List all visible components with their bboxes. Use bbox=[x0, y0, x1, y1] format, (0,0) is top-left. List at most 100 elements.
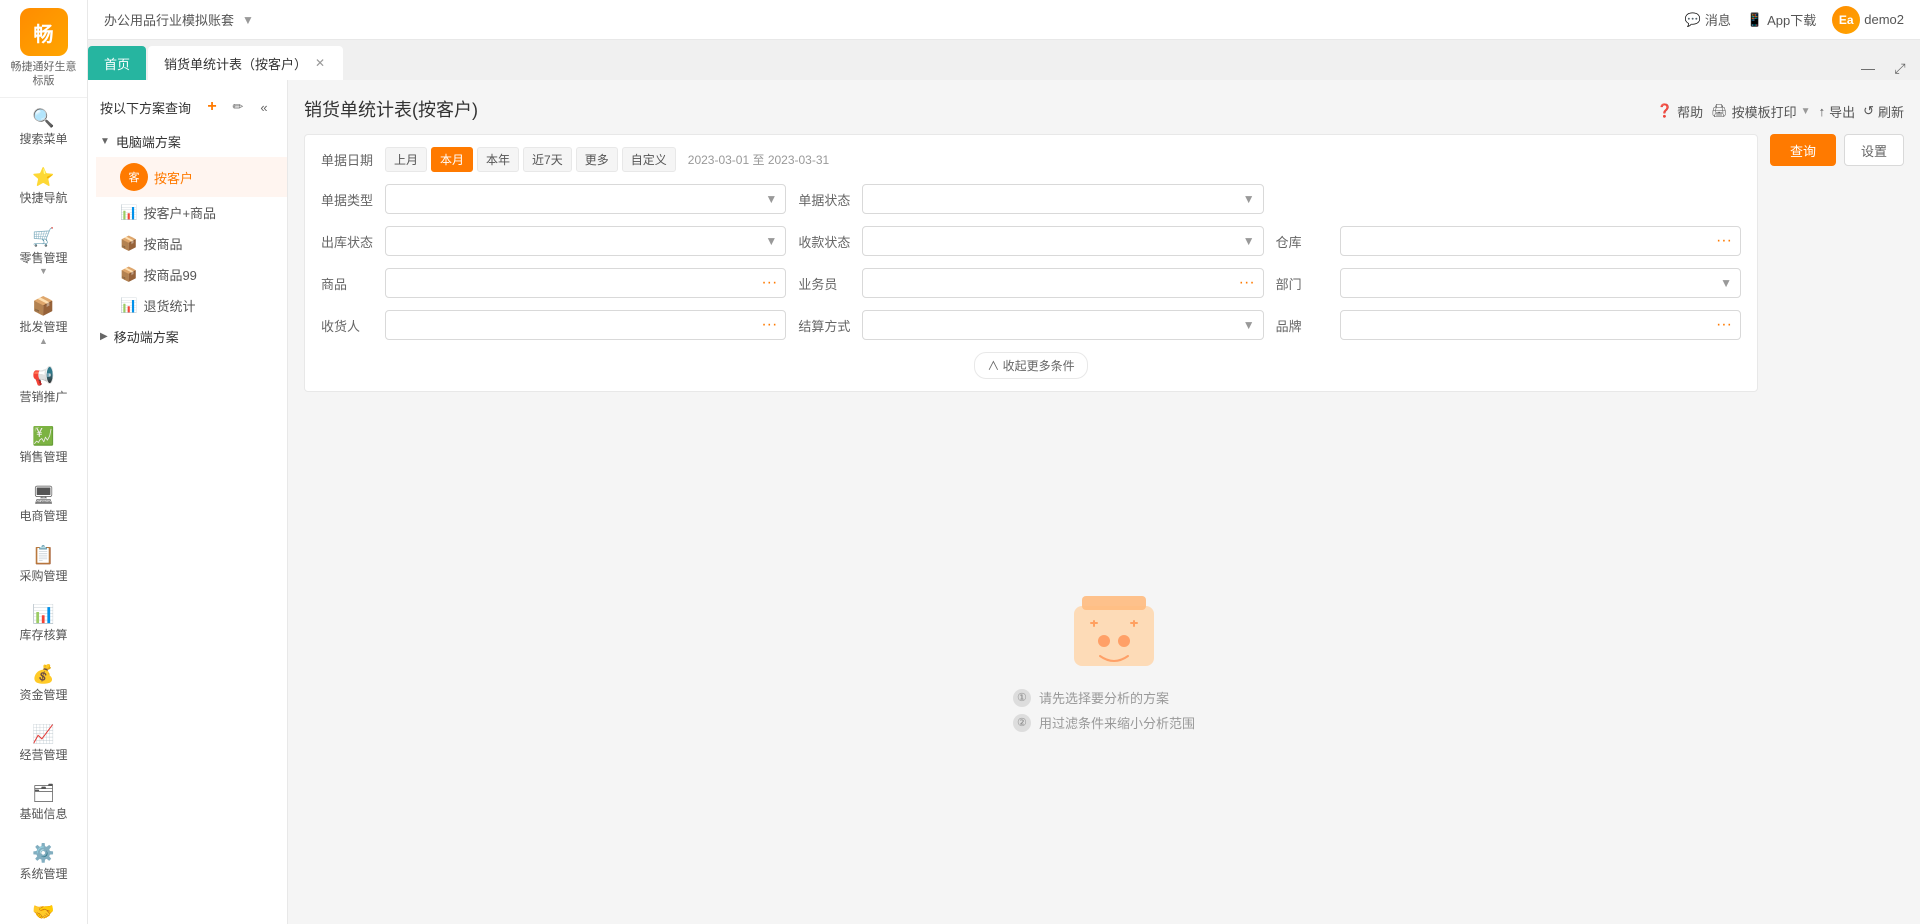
tree-child-by-product-label: 按商品 bbox=[143, 234, 182, 253]
sidebar-item-sales[interactable]: 💹 销售管理 bbox=[0, 416, 87, 476]
collapse-bar: ∧ 收起更多条件 bbox=[321, 352, 1741, 379]
refresh-button[interactable]: ↺ 刷新 bbox=[1863, 102, 1904, 121]
sidebar-item-sales-label: 销售管理 bbox=[19, 450, 67, 466]
app-download-button[interactable]: 📱 App下载 bbox=[1747, 10, 1816, 29]
hint-1-text: 请先选择要分析的方案 bbox=[1039, 688, 1169, 707]
user-menu[interactable]: Ea demo2 bbox=[1832, 6, 1904, 34]
tree-children-pc: 客 按客户 📊 按客户+商品 📦 按商品 📦 按商品99 bbox=[88, 157, 287, 321]
salesman-select[interactable]: ··· bbox=[862, 268, 1263, 298]
doc-status-label: 单据状态 bbox=[798, 190, 854, 209]
export-button[interactable]: ↑ 导出 bbox=[1819, 102, 1856, 121]
date-pill-this-year[interactable]: 本年 bbox=[477, 147, 519, 172]
retail-icon: 🛒 bbox=[32, 227, 54, 248]
by-customer-icon: 客 bbox=[129, 169, 140, 185]
doc-type-select[interactable]: ▼ bbox=[385, 184, 786, 214]
tree-child-by-product[interactable]: 📦 按商品 bbox=[96, 228, 287, 259]
help-icon: ❓ bbox=[1657, 103, 1673, 119]
query-button[interactable]: 查询 bbox=[1770, 134, 1836, 166]
recv-status-chevron: ▼ bbox=[1243, 234, 1255, 248]
date-pill-more[interactable]: 更多 bbox=[576, 147, 618, 172]
sidebar-item-inventory[interactable]: 📊 库存核算 bbox=[0, 594, 87, 654]
content: 按以下方案查询 + ✏ « ▼ 电脑端方案 客 bbox=[88, 80, 1920, 924]
base-icon: 🗂 bbox=[32, 783, 55, 804]
sidebar-item-wholesale-label: 批发管理 bbox=[19, 320, 67, 336]
page-header: 销货单统计表(按客户) ❓ 帮助 🖨 按模板打印 ▼ ↑ 导出 bbox=[304, 96, 1904, 126]
brand-label: 品牌 bbox=[1276, 316, 1332, 335]
hint-2-text: 用过滤条件来缩小分析范围 bbox=[1039, 713, 1195, 732]
sidebar-item-search[interactable]: 🔍 搜索菜单 bbox=[0, 98, 87, 158]
sidebar-item-purchase[interactable]: 📋 采购管理 bbox=[0, 535, 87, 595]
filter-recv-status: 收款状态 ▼ bbox=[798, 226, 1263, 256]
tab-minimize-button[interactable]: — bbox=[1856, 56, 1880, 80]
tree-child-customer-product[interactable]: 📊 按客户+商品 bbox=[96, 197, 287, 228]
sidebar-item-ecommerce-label: 电商管理 bbox=[19, 509, 67, 525]
settle-method-select[interactable]: ▼ bbox=[862, 310, 1263, 340]
sidebar-item-retail[interactable]: 🛒 零售管理 ▼ bbox=[0, 217, 87, 287]
chevron-down-icon: ▼ bbox=[100, 136, 110, 147]
sidebar-item-enterprise[interactable]: 🤝 企业协同 bbox=[0, 892, 87, 924]
date-label: 单据日期 bbox=[321, 150, 377, 169]
date-range: 2023-03-01 至 2023-03-31 bbox=[688, 151, 829, 168]
edit-scheme-button[interactable]: ✏ bbox=[227, 96, 249, 118]
user-name: demo2 bbox=[1864, 12, 1904, 27]
sidebar-item-finance[interactable]: 💰 资金管理 bbox=[0, 654, 87, 714]
date-pill-custom[interactable]: 自定义 bbox=[622, 147, 676, 172]
topbar-dropdown[interactable]: ▼ bbox=[242, 13, 254, 27]
brand-select[interactable]: ··· bbox=[1340, 310, 1741, 340]
sidebar-item-purchase-label: 采购管理 bbox=[19, 569, 67, 585]
sidebar-item-base[interactable]: 🗂 基础信息 bbox=[0, 773, 87, 833]
tree-child-product-99-label: 按商品99 bbox=[143, 265, 196, 284]
recipient-select[interactable]: ··· bbox=[385, 310, 786, 340]
sidebar-item-operation[interactable]: 📈 经营管理 bbox=[0, 714, 87, 774]
product-select[interactable]: ··· bbox=[385, 268, 786, 298]
operation-icon: 📈 bbox=[32, 724, 54, 745]
tab-home[interactable]: 首页 bbox=[88, 46, 146, 80]
sidebar-item-wholesale[interactable]: 📦 批发管理 ▲ bbox=[0, 286, 87, 356]
recipient-ellipsis: ··· bbox=[761, 316, 777, 334]
tree-parent-pc[interactable]: ▼ 电脑端方案 bbox=[88, 126, 287, 157]
filter-recipient: 收货人 ··· bbox=[321, 310, 786, 340]
filter-department: 部门 ▼ bbox=[1276, 268, 1741, 298]
tree-child-return-stat[interactable]: 📊 退货统计 bbox=[96, 290, 287, 321]
message-button[interactable]: 💬 消息 bbox=[1685, 10, 1731, 29]
tree-child-by-customer[interactable]: 客 按客户 bbox=[96, 157, 287, 197]
sidebar-item-search-label: 搜索菜单 bbox=[19, 132, 67, 148]
filter-brand: 品牌 ··· bbox=[1276, 310, 1741, 340]
star-icon: ⭐ bbox=[32, 167, 54, 188]
print-chevron-icon: ▼ bbox=[1801, 106, 1811, 117]
sidebar-item-marketing[interactable]: 📢 营销推广 bbox=[0, 356, 87, 416]
recv-status-select[interactable]: ▼ bbox=[862, 226, 1263, 256]
tab-sales-stat[interactable]: 销货单统计表（按客户） ✕ bbox=[148, 46, 343, 80]
settings-button[interactable]: 设置 bbox=[1844, 134, 1904, 166]
department-select[interactable]: ▼ bbox=[1340, 268, 1741, 298]
left-panel: 按以下方案查询 + ✏ « ▼ 电脑端方案 客 bbox=[88, 80, 288, 924]
sales-icon: 💹 bbox=[32, 426, 54, 447]
logo-text: 畅捷通好生意 标版 bbox=[11, 60, 77, 89]
tree-child-product-99[interactable]: 📦 按商品99 bbox=[96, 259, 287, 290]
tab-maximize-button[interactable]: ⤢ bbox=[1888, 56, 1912, 80]
sidebar-item-ecommerce[interactable]: 🖥 电商管理 bbox=[0, 475, 87, 535]
recv-status-label: 收款状态 bbox=[798, 232, 854, 251]
sidebar-item-finance-label: 资金管理 bbox=[19, 688, 67, 704]
help-button[interactable]: ❓ 帮助 bbox=[1657, 102, 1703, 121]
collapse-panel-button[interactable]: « bbox=[253, 96, 275, 118]
topbar: 办公用品行业模拟账套 ▼ 💬 消息 📱 App下载 Ea demo2 bbox=[88, 0, 1920, 40]
warehouse-select[interactable]: ··· bbox=[1340, 226, 1741, 256]
tree-group-pc: ▼ 电脑端方案 客 按客户 📊 按客户+商品 bbox=[88, 126, 287, 321]
doc-status-select[interactable]: ▼ bbox=[862, 184, 1263, 214]
department-label: 部门 bbox=[1276, 274, 1332, 293]
add-scheme-button[interactable]: + bbox=[201, 96, 223, 118]
return-stat-icon: 📊 bbox=[120, 297, 137, 314]
sidebar-item-system[interactable]: ⚙️ 系统管理 bbox=[0, 833, 87, 893]
collapse-button[interactable]: ∧ 收起更多条件 bbox=[974, 352, 1087, 379]
marketing-icon: 📢 bbox=[32, 366, 54, 387]
date-pill-this-month[interactable]: 本月 bbox=[431, 147, 473, 172]
sidebar-item-quick-nav[interactable]: ⭐ 快捷导航 bbox=[0, 157, 87, 217]
template-print-button[interactable]: 🖨 按模板打印 ▼ bbox=[1711, 102, 1810, 121]
app-download-label: App下载 bbox=[1767, 10, 1816, 29]
tab-close-button[interactable]: ✕ bbox=[313, 54, 327, 72]
tree-parent-mobile[interactable]: ▶ 移动端方案 bbox=[88, 321, 287, 352]
date-pill-last-7[interactable]: 近7天 bbox=[523, 147, 572, 172]
date-pill-last-month[interactable]: 上月 bbox=[385, 147, 427, 172]
ship-status-select[interactable]: ▼ bbox=[385, 226, 786, 256]
